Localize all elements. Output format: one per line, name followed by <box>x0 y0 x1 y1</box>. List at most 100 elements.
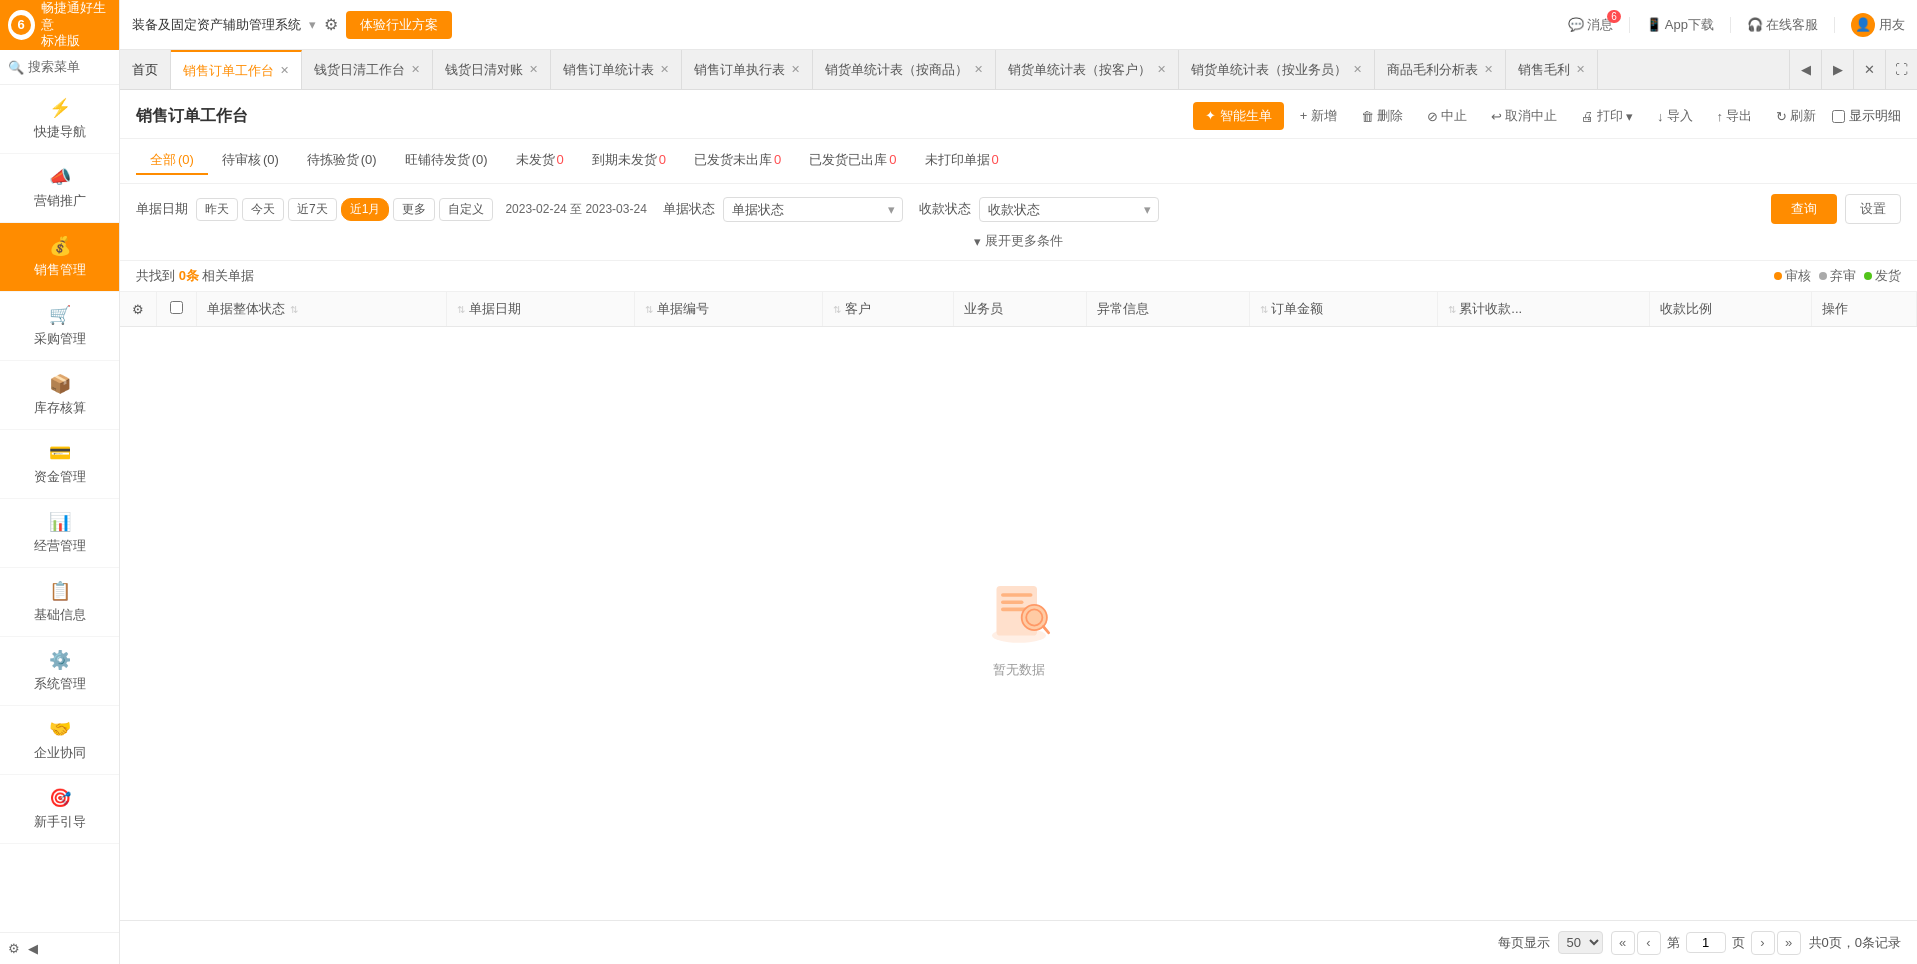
tab-close-icon[interactable]: ✕ <box>1484 63 1493 76</box>
tab-sales-by-customer[interactable]: 销货单统计表（按客户） ✕ <box>996 50 1179 90</box>
cancel-stop-button[interactable]: ↩ 取消中止 <box>1483 103 1565 129</box>
sidebar-item-quick-nav[interactable]: ⚡ 快捷导航 <box>0 85 119 154</box>
user-area[interactable]: 👤 用友 <box>1851 13 1905 37</box>
smart-order-button[interactable]: ✦ 智能生单 <box>1193 102 1284 130</box>
select-all-checkbox[interactable] <box>170 301 183 314</box>
online-service-item[interactable]: 🎧 在线客服 <box>1747 16 1818 34</box>
page-nav: « ‹ 第 页 › » <box>1611 931 1801 955</box>
tab-sales-workbench[interactable]: 销售订单工作台 ✕ <box>171 50 302 90</box>
col-header-date[interactable]: ⇅ 单据日期 <box>446 292 634 327</box>
page-input[interactable] <box>1686 932 1726 953</box>
sidebar-item-purchase[interactable]: 🛒 采购管理 <box>0 292 119 361</box>
tab-close-icon[interactable]: ✕ <box>411 63 420 76</box>
sidebar-item-marketing[interactable]: 📣 营销推广 <box>0 154 119 223</box>
message-icon-item[interactable]: 💬 6 消息 <box>1568 16 1613 34</box>
tab-close-icon[interactable]: ✕ <box>1157 63 1166 76</box>
payment-select[interactable]: 收款状态 <box>979 197 1159 222</box>
page-next-button[interactable]: › <box>1751 931 1775 955</box>
import-button[interactable]: ↓ 导入 <box>1649 103 1701 129</box>
tab-expand-button[interactable]: ⛶ <box>1885 50 1917 90</box>
tab-scroll-left-button[interactable]: ◀ <box>1789 50 1821 90</box>
stop-button[interactable]: ⊘ 中止 <box>1419 103 1475 129</box>
date-btn-today[interactable]: 今天 <box>242 198 284 221</box>
expand-conditions-button[interactable]: ▾ 展开更多条件 <box>974 232 1063 250</box>
tab-close-icon[interactable]: ✕ <box>1576 63 1585 76</box>
cancel-review-action-button[interactable]: 弃审 <box>1819 267 1856 285</box>
sidebar-item-search[interactable]: 🔍 搜索菜单 <box>0 50 119 85</box>
settings-col-header[interactable]: ⚙ <box>120 292 156 327</box>
logo-text: 畅捷通好生意 标准版 <box>41 0 111 50</box>
tab-scroll-right-button[interactable]: ▶ <box>1821 50 1853 90</box>
app-download-item[interactable]: 📱 App下载 <box>1646 16 1714 34</box>
tab-sales-exec[interactable]: 销售订单执行表 ✕ <box>682 50 813 90</box>
date-btn-1month[interactable]: 近1月 <box>341 198 390 221</box>
settings-icon[interactable]: ⚙ <box>8 941 20 956</box>
sidebar-item-system[interactable]: ⚙️ 系统管理 <box>0 637 119 706</box>
col-header-customer[interactable]: ⇅ 客户 <box>823 292 953 327</box>
sidebar-item-finance[interactable]: 💳 资金管理 <box>0 430 119 499</box>
col-header-cumulative[interactable]: ⇅ 累计收款... <box>1437 292 1649 327</box>
col-header-amount[interactable]: ⇅ 订单金额 <box>1249 292 1437 327</box>
sidebar-item-guide[interactable]: 🎯 新手引导 <box>0 775 119 844</box>
filter-tab-all[interactable]: 全部(0) <box>136 147 208 175</box>
query-button[interactable]: 查询 <box>1771 194 1837 224</box>
industry-solution-button[interactable]: 体验行业方案 <box>346 11 452 39</box>
filter-tab-overdue[interactable]: 到期未发货0 <box>578 147 680 175</box>
tab-close-icon[interactable]: ✕ <box>974 63 983 76</box>
page-first-button[interactable]: « <box>1611 931 1635 955</box>
filter-tab-shipped-not-out[interactable]: 已发货未出库0 <box>680 147 795 175</box>
page-total: 共0页，0条记录 <box>1809 934 1901 952</box>
checkbox-col-header[interactable] <box>156 292 196 327</box>
tab-close-all-button[interactable]: ✕ <box>1853 50 1885 90</box>
date-btn-custom[interactable]: 自定义 <box>439 198 493 221</box>
sidebar-item-cooperation[interactable]: 🤝 企业协同 <box>0 706 119 775</box>
filter-tab-shipped-out[interactable]: 已发货已出库0 <box>795 147 910 175</box>
sidebar-item-sales[interactable]: 💰 销售管理 <box>0 223 119 292</box>
sidebar-item-inventory[interactable]: 📦 库存核算 <box>0 361 119 430</box>
print-button[interactable]: 🖨 打印 ▾ <box>1573 103 1641 129</box>
sidebar-item-label: 营销推广 <box>34 192 86 210</box>
filter-tab-pending-review[interactable]: 待审核(0) <box>208 147 293 175</box>
refresh-button[interactable]: ↻ 刷新 <box>1768 103 1824 129</box>
export-button[interactable]: ↑ 导出 <box>1709 103 1761 129</box>
tab-close-icon[interactable]: ✕ <box>1353 63 1362 76</box>
filter-tab-not-shipped[interactable]: 未发货0 <box>502 147 578 175</box>
tab-sales-stats[interactable]: 销售订单统计表 ✕ <box>551 50 682 90</box>
filter-tab-wangpu-ship[interactable]: 旺铺待发货(0) <box>391 147 502 175</box>
settings-button[interactable]: 设置 <box>1845 194 1901 224</box>
tab-sales-by-product[interactable]: 销货单统计表（按商品） ✕ <box>813 50 996 90</box>
per-page-select[interactable]: 50 <box>1558 931 1603 954</box>
sidebar-item-basic-info[interactable]: 📋 基础信息 <box>0 568 119 637</box>
tab-close-icon[interactable]: ✕ <box>791 63 800 76</box>
show-detail-checkbox[interactable] <box>1832 110 1845 123</box>
show-detail-checkbox-label[interactable]: 显示明细 <box>1832 107 1901 125</box>
topbar-settings-icon[interactable]: ⚙ <box>324 15 338 34</box>
collapse-icon[interactable]: ◀ <box>28 941 38 956</box>
date-btn-7days[interactable]: 近7天 <box>288 198 337 221</box>
print-arrow-icon: ▾ <box>1626 109 1633 124</box>
page-last-button[interactable]: » <box>1777 931 1801 955</box>
status-select[interactable]: 单据状态 <box>723 197 903 222</box>
tab-sales-margin[interactable]: 销售毛利 ✕ <box>1506 50 1598 90</box>
tab-margin-analysis[interactable]: 商品毛利分析表 ✕ <box>1375 50 1506 90</box>
tab-home[interactable]: 首页 <box>120 50 171 90</box>
tab-close-icon[interactable]: ✕ <box>529 63 538 76</box>
delete-button[interactable]: 🗑 删除 <box>1353 103 1411 129</box>
ship-action-button[interactable]: 发货 <box>1864 267 1901 285</box>
date-btn-more[interactable]: 更多 <box>393 198 435 221</box>
page-prev-button[interactable]: ‹ <box>1637 931 1661 955</box>
tab-close-icon[interactable]: ✕ <box>660 63 669 76</box>
tab-sales-by-staff[interactable]: 销货单统计表（按业务员） ✕ <box>1179 50 1375 90</box>
page-label: 第 <box>1667 934 1680 952</box>
tab-reconcile[interactable]: 钱货日清对账 ✕ <box>433 50 551 90</box>
tab-close-icon[interactable]: ✕ <box>280 64 289 77</box>
tab-cash-daily[interactable]: 钱货日清工作台 ✕ <box>302 50 433 90</box>
filter-tab-not-printed[interactable]: 未打印单据0 <box>911 147 1013 175</box>
col-header-status[interactable]: 单据整体状态 ⇅ <box>196 292 446 327</box>
date-btn-yesterday[interactable]: 昨天 <box>196 198 238 221</box>
col-header-number[interactable]: ⇅ 单据编号 <box>635 292 823 327</box>
filter-tab-pending-pick[interactable]: 待拣验货(0) <box>293 147 391 175</box>
review-action-button[interactable]: 审核 <box>1774 267 1811 285</box>
add-button[interactable]: + 新增 <box>1292 103 1345 129</box>
sidebar-item-operations[interactable]: 📊 经营管理 <box>0 499 119 568</box>
